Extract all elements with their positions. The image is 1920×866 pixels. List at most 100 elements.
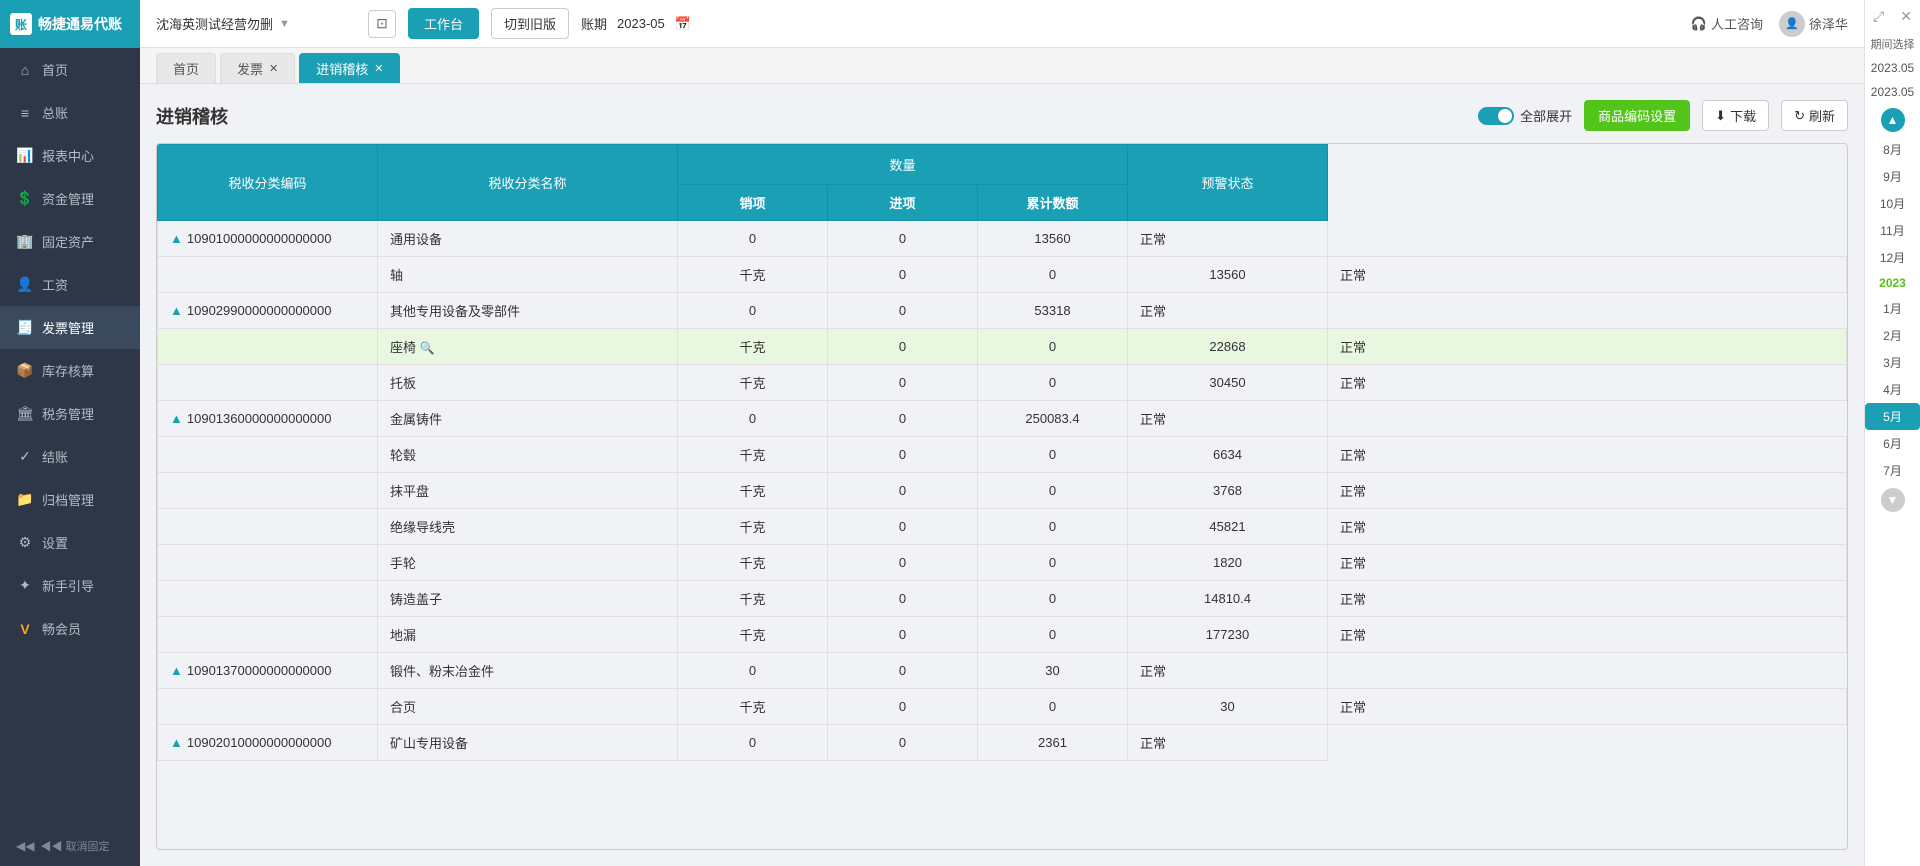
- archive-button[interactable]: ⊡: [368, 10, 396, 38]
- product-code-button[interactable]: 商品编码设置: [1584, 100, 1690, 131]
- month-7[interactable]: 7月: [1865, 457, 1920, 484]
- month-2[interactable]: 2月: [1865, 322, 1920, 349]
- table-cell: 座椅 🔍: [378, 329, 678, 365]
- sidebar-collapse-button[interactable]: ◀◀ ◀◀ 取消固定: [0, 826, 140, 866]
- tab-home[interactable]: 首页: [156, 53, 216, 83]
- sidebar-item-reports[interactable]: 📊 报表中心: [0, 134, 140, 177]
- tree-collapse-icon[interactable]: ▲: [170, 735, 183, 750]
- table-cell: 千克: [678, 365, 828, 401]
- sidebar-item-inventory[interactable]: 📦 库存核算: [0, 349, 140, 392]
- sidebar-item-label: 新手引导: [42, 576, 94, 595]
- table-cell: 千克: [678, 473, 828, 509]
- workbench-button[interactable]: 工作台: [408, 8, 479, 39]
- table-cell: 0: [978, 617, 1128, 653]
- tab-sales-check[interactable]: 进销稽核 ✕: [299, 53, 400, 83]
- funds-icon: 💲: [16, 190, 34, 208]
- sidebar-item-ledger[interactable]: ≡ 总账: [0, 91, 140, 134]
- avatar: 👤: [1779, 11, 1805, 37]
- logo-icon: 账: [10, 13, 32, 35]
- year-2023[interactable]: 2023: [1865, 271, 1920, 295]
- table-cell: 45821: [1128, 509, 1328, 545]
- month-10[interactable]: 10月: [1865, 190, 1920, 217]
- tab-close-icon[interactable]: ✕: [269, 62, 278, 75]
- scroll-down-button[interactable]: ▼: [1881, 488, 1905, 512]
- settings-icon: ⚙: [16, 534, 34, 552]
- sidebar-item-fixed-assets[interactable]: 🏢 固定资产: [0, 220, 140, 263]
- sidebar-item-payroll[interactable]: 👤 工资: [0, 263, 140, 306]
- table-cell: 正常: [1328, 437, 1847, 473]
- switch-version-button[interactable]: 切到旧版: [491, 8, 569, 39]
- company-selector[interactable]: 沈海英测试经营勿删 ▼: [156, 14, 356, 33]
- sidebar-item-home[interactable]: ⌂ 首页: [0, 48, 140, 91]
- month-9[interactable]: 9月: [1865, 163, 1920, 190]
- sidebar-item-member[interactable]: V 畅会员: [0, 607, 140, 650]
- sidebar-item-tax[interactable]: 🏛 税务管理: [0, 392, 140, 435]
- period-item[interactable]: 2023.05: [1865, 56, 1920, 80]
- sidebar-item-invoice[interactable]: 🧾 发票管理: [0, 306, 140, 349]
- scroll-up-button[interactable]: ▲: [1881, 108, 1905, 132]
- chevron-down-icon: ▼: [279, 18, 290, 30]
- table-cell: 正常: [1328, 473, 1847, 509]
- table-cell: 0: [828, 329, 978, 365]
- expand-toggle[interactable]: 全部展开: [1478, 106, 1572, 125]
- month-11[interactable]: 11月: [1865, 217, 1920, 244]
- calendar-icon[interactable]: 📅: [675, 16, 691, 32]
- table-cell: 30: [978, 653, 1128, 689]
- month-3[interactable]: 3月: [1865, 349, 1920, 376]
- sidebar-item-label: 库存核算: [42, 361, 94, 380]
- reports-icon: 📊: [16, 147, 34, 165]
- month-6[interactable]: 6月: [1865, 430, 1920, 457]
- tab-invoice[interactable]: 发票 ✕: [220, 53, 295, 83]
- table-cell: 0: [828, 473, 978, 509]
- table-cell: 0: [828, 437, 978, 473]
- tree-collapse-icon[interactable]: ▲: [170, 663, 183, 678]
- tree-collapse-icon[interactable]: ▲: [170, 303, 183, 318]
- service-button[interactable]: 🎧 人工咨询: [1691, 14, 1763, 33]
- sidebar-item-label: 结账: [42, 447, 68, 466]
- month-5[interactable]: 5月: [1865, 403, 1920, 430]
- user-menu[interactable]: 👤 徐泽华: [1779, 11, 1848, 37]
- table-cell: 14810.4: [1128, 581, 1328, 617]
- sidebar-item-guide[interactable]: ✦ 新手引导: [0, 564, 140, 607]
- table-cell: 0: [828, 617, 978, 653]
- sidebar-item-settings[interactable]: ⚙ 设置: [0, 521, 140, 564]
- tree-collapse-icon[interactable]: ▲: [170, 231, 183, 246]
- col-header-total: 累计数额: [978, 185, 1128, 221]
- table-cell: 千克: [678, 545, 828, 581]
- table-row: 托板 千克 0 0 30450 正常: [158, 365, 1847, 401]
- panel-close-button[interactable]: ✕: [1900, 8, 1912, 25]
- table-cell: 0: [678, 653, 828, 689]
- month-1[interactable]: 1月: [1865, 295, 1920, 322]
- toggle-label: 全部展开: [1520, 106, 1572, 125]
- table-cell: 13560: [1128, 257, 1328, 293]
- download-icon: ⬇: [1715, 108, 1726, 124]
- sidebar-item-archive[interactable]: 📁 归档管理: [0, 478, 140, 521]
- sidebar-item-label: 畅会员: [42, 619, 81, 638]
- month-8[interactable]: 8月: [1865, 136, 1920, 163]
- sidebar-item-funds[interactable]: 💲 资金管理: [0, 177, 140, 220]
- tab-label: 发票: [237, 59, 263, 78]
- table-cell: 正常: [1328, 689, 1847, 725]
- sidebar-item-close-period[interactable]: ✓ 结账: [0, 435, 140, 478]
- table-cell: 手轮: [378, 545, 678, 581]
- table-row: 轮毂 千克 0 0 6634 正常: [158, 437, 1847, 473]
- toggle-track[interactable]: [1478, 107, 1514, 125]
- month-4[interactable]: 4月: [1865, 376, 1920, 403]
- sidebar-item-label: 资金管理: [42, 189, 94, 208]
- period-item[interactable]: 2023.05: [1865, 80, 1920, 104]
- search-icon[interactable]: 🔍: [420, 341, 435, 355]
- table-cell: ▲10901360000000000000: [158, 401, 378, 437]
- table-row: 轴 千克 0 0 13560 正常: [158, 257, 1847, 293]
- tab-close-icon[interactable]: ✕: [374, 62, 383, 75]
- archive-icon: 📁: [16, 491, 34, 509]
- table-cell: 0: [828, 365, 978, 401]
- download-button[interactable]: ⬇ 下载: [1702, 100, 1769, 131]
- fixed-assets-icon: 🏢: [16, 233, 34, 251]
- panel-expand-button[interactable]: ⤢: [1873, 8, 1884, 25]
- period-value: 2023-05: [617, 16, 665, 31]
- month-12[interactable]: 12月: [1865, 244, 1920, 271]
- tree-collapse-icon[interactable]: ▲: [170, 411, 183, 426]
- table-cell: 千克: [678, 689, 828, 725]
- sidebar-item-label: 归档管理: [42, 490, 94, 509]
- refresh-button[interactable]: ↻ 刷新: [1781, 100, 1848, 131]
